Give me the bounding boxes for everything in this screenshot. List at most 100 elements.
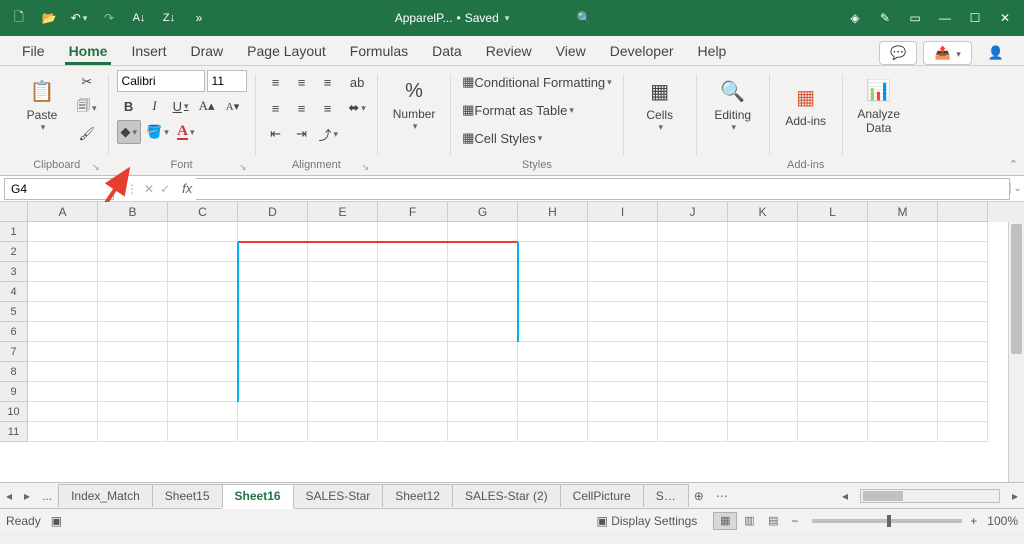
cell[interactable] [588, 342, 658, 362]
tab-help[interactable]: Help [686, 37, 739, 65]
cell[interactable] [448, 322, 518, 342]
sort-asc-icon[interactable]: A↓ [124, 3, 154, 33]
brush-icon[interactable]: ✎ [870, 3, 900, 33]
cell[interactable] [868, 282, 938, 302]
fx-label[interactable]: fx [178, 181, 196, 196]
redo-icon[interactable]: ↷ [94, 3, 124, 33]
open-file-icon[interactable]: 📂 [34, 3, 64, 33]
cell[interactable] [518, 342, 588, 362]
cell[interactable] [938, 222, 988, 242]
cell[interactable] [728, 222, 798, 242]
tab-data[interactable]: Data [420, 37, 474, 65]
align-top-icon[interactable]: ≡ [264, 70, 288, 94]
cell[interactable] [798, 322, 868, 342]
cell[interactable] [658, 402, 728, 422]
col-header[interactable]: C [168, 202, 238, 222]
number-format-button[interactable]: % Number ▾ [386, 70, 442, 142]
cell[interactable] [868, 342, 938, 362]
cell[interactable] [98, 282, 168, 302]
tab-formulas[interactable]: Formulas [338, 37, 420, 65]
cell[interactable] [168, 222, 238, 242]
cell[interactable] [658, 242, 728, 262]
cell[interactable] [448, 222, 518, 242]
cell[interactable] [868, 242, 938, 262]
formula-input[interactable] [196, 178, 1010, 200]
cell[interactable] [28, 422, 98, 442]
cell[interactable] [588, 242, 658, 262]
cell[interactable] [378, 262, 448, 282]
cell[interactable] [658, 362, 728, 382]
tab-view[interactable]: View [544, 37, 598, 65]
align-center-icon[interactable]: ≡ [290, 96, 314, 120]
decrease-font-icon[interactable]: A▾ [221, 94, 245, 118]
cell[interactable] [938, 322, 988, 342]
cell[interactable] [868, 302, 938, 322]
row-header[interactable]: 5 [0, 302, 28, 322]
cell[interactable] [28, 342, 98, 362]
cell-styles-button[interactable]: ▦ Cell Styles ▾ [459, 126, 615, 150]
sheet-nav-next-icon[interactable]: ▸ [18, 489, 36, 503]
sheet-nav-more-icon[interactable]: ... [36, 489, 58, 503]
sheet-nav-prev-icon[interactable]: ◂ [0, 489, 18, 503]
cell[interactable] [168, 362, 238, 382]
font-name-input[interactable] [117, 70, 205, 92]
worksheet-grid[interactable]: A B C D E F G H I J K L M 1234567891011 [0, 202, 1024, 482]
cell[interactable] [658, 262, 728, 282]
cell[interactable] [168, 242, 238, 262]
cell[interactable] [588, 322, 658, 342]
cell[interactable] [728, 302, 798, 322]
cell[interactable] [308, 342, 378, 362]
cell[interactable] [448, 422, 518, 442]
cell[interactable] [168, 402, 238, 422]
add-sheet-button[interactable]: ⊕ [688, 489, 710, 503]
cell[interactable] [238, 382, 308, 402]
zoom-slider[interactable] [812, 519, 962, 523]
cell[interactable] [378, 382, 448, 402]
comments-button[interactable]: 💬 [879, 41, 917, 65]
decrease-indent-icon[interactable]: ⇤ [264, 122, 288, 146]
cell[interactable] [798, 242, 868, 262]
file-name[interactable]: ApparelP... • Saved ▾ [395, 11, 510, 25]
zoom-out-icon[interactable]: − [791, 514, 798, 528]
tab-file[interactable]: File [10, 37, 57, 65]
cell[interactable] [98, 422, 168, 442]
orientation-icon[interactable]: ⤴▾ [316, 122, 342, 146]
tab-draw[interactable]: Draw [178, 37, 235, 65]
cell[interactable] [448, 242, 518, 262]
cell[interactable] [98, 342, 168, 362]
cell[interactable] [238, 322, 308, 342]
col-header[interactable]: L [798, 202, 868, 222]
analyze-data-button[interactable]: 📊Analyze Data [851, 70, 907, 142]
col-header[interactable]: K [728, 202, 798, 222]
addins-button[interactable]: ▦Add-ins [778, 70, 834, 142]
col-header[interactable]: A [28, 202, 98, 222]
cell[interactable] [168, 322, 238, 342]
cell[interactable] [518, 242, 588, 262]
cell[interactable] [518, 402, 588, 422]
horizontal-scrollbar[interactable] [860, 489, 1000, 503]
col-header[interactable] [938, 202, 988, 222]
align-right-icon[interactable]: ≡ [316, 96, 340, 120]
cell[interactable] [378, 322, 448, 342]
cell[interactable] [308, 362, 378, 382]
cell[interactable] [518, 302, 588, 322]
cell[interactable] [518, 322, 588, 342]
cell[interactable] [798, 342, 868, 362]
cell[interactable] [588, 222, 658, 242]
cell[interactable] [448, 362, 518, 382]
scrollbar-thumb[interactable] [863, 491, 903, 501]
cell[interactable] [378, 222, 448, 242]
collapse-ribbon-icon[interactable]: ⌃ [1009, 158, 1018, 171]
cell[interactable] [98, 262, 168, 282]
ribbon-display-icon[interactable]: ▭ [900, 3, 930, 33]
sheet-tab[interactable]: CellPicture [560, 484, 644, 507]
zoom-in-icon[interactable]: + [970, 514, 977, 528]
cell[interactable] [658, 422, 728, 442]
cell[interactable] [868, 382, 938, 402]
cell[interactable] [238, 402, 308, 422]
new-file-icon[interactable]: 🗋 [4, 3, 34, 33]
underline-button[interactable]: U▾ [169, 94, 193, 118]
font-color-button[interactable]: A▾ [174, 120, 198, 144]
sort-desc-icon[interactable]: Z↓ [154, 3, 184, 33]
col-header[interactable]: I [588, 202, 658, 222]
